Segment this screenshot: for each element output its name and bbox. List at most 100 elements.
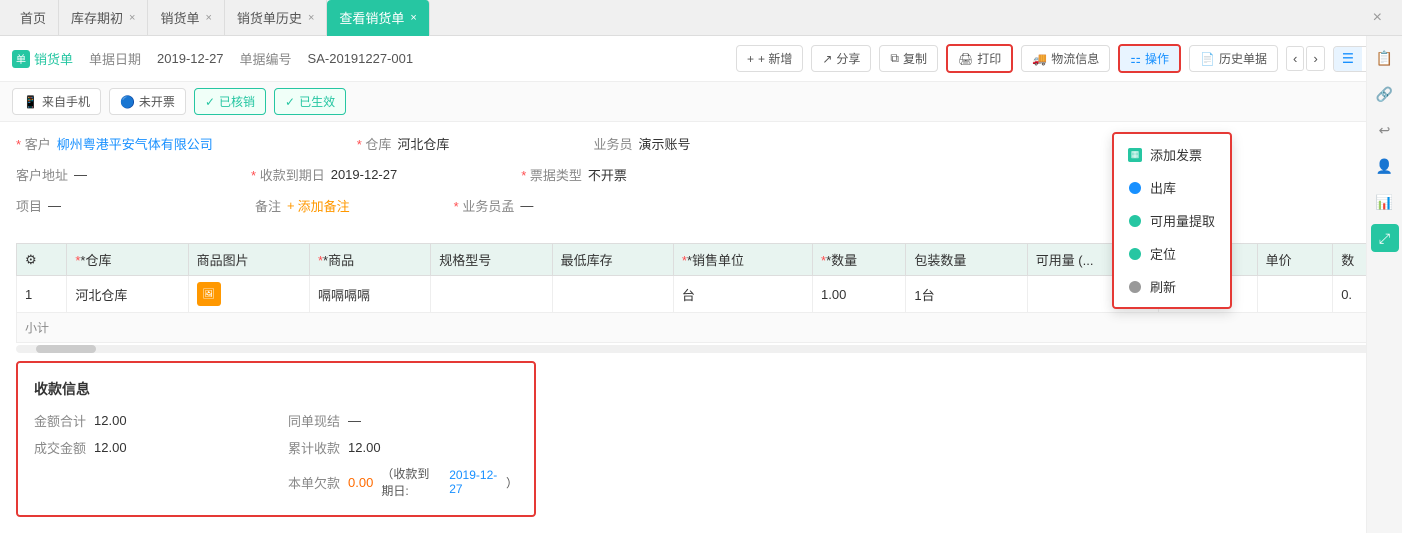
product-image: 🖼 <box>197 282 221 306</box>
add-note-icon: + <box>287 198 295 213</box>
refresh-icon <box>1128 280 1142 294</box>
dropdown-refresh[interactable]: 刷新 <box>1114 270 1230 303</box>
warehouse-value: 河北仓库 <box>397 134 449 153</box>
history-button[interactable]: 📄 历史单据 <box>1189 45 1278 72</box>
not-open-button[interactable]: 🔵 未开票 <box>109 88 186 115</box>
th-price: 单价 <box>1257 244 1333 276</box>
payment-title: 收款信息 <box>34 379 518 399</box>
note-field: 备注 + 添加备注 <box>255 196 350 215</box>
tab-sales-history-close[interactable]: × <box>308 12 314 24</box>
customer-field: * 客户 柳州粤港平安气体有限公司 <box>16 134 213 153</box>
owe-label: 本单欠款 <box>288 473 340 492</box>
from-phone-button[interactable]: 📱 来自手机 <box>12 88 101 115</box>
dropdown-add-invoice[interactable]: ▦ 添加发票 <box>1114 138 1230 171</box>
payment-date-field: * 收款到期日 2019-12-27 <box>251 165 397 184</box>
tab-sales-history[interactable]: 销货单历史 × <box>225 0 327 36</box>
tab-sales-label: 销货单 <box>160 8 199 27</box>
operations-button[interactable]: ⚏ 操作 <box>1118 44 1181 73</box>
tab-inventory[interactable]: 库存期初 × <box>59 0 148 36</box>
tab-view-sales[interactable]: 查看销货单 × <box>327 0 429 36</box>
address-value: — <box>74 167 87 182</box>
cell-price <box>1257 276 1333 313</box>
locate-label: 定位 <box>1150 244 1176 263</box>
add-note-label: 添加备注 <box>298 196 350 215</box>
warehouse-label: * 仓库 <box>357 134 392 153</box>
prev-button[interactable]: ‹ <box>1286 46 1304 71</box>
customer-value[interactable]: 柳州粤港平安气体有限公司 <box>57 134 213 153</box>
employee-field: 业务员 演示账号 <box>593 134 690 153</box>
invoice-label: * 票据类型 <box>521 165 582 184</box>
tab-sales-close[interactable]: × <box>205 12 211 24</box>
tab-sales-history-label: 销货单历史 <box>237 8 302 27</box>
th-min-stock: 最低库存 <box>552 244 673 276</box>
list-view-button[interactable]: ☰ <box>1334 47 1362 71</box>
next-button[interactable]: › <box>1306 46 1324 71</box>
new-button[interactable]: + + 新增 <box>736 45 803 72</box>
cell-product: 嗝嗝嗝嗝 <box>309 276 430 313</box>
payment-total-label: 金额合计 <box>34 411 86 430</box>
out-warehouse-icon <box>1128 181 1142 195</box>
sidebar-icon-expand[interactable]: ⤢ <box>1371 224 1399 252</box>
tab-home[interactable]: 首页 <box>8 0 59 36</box>
logistics-button[interactable]: 🚚 物流信息 <box>1021 45 1110 72</box>
available-qty-icon <box>1128 214 1142 228</box>
print-button[interactable]: 🖨 打印 <box>946 44 1013 73</box>
doc-type: 单 销货单 <box>12 49 73 68</box>
tab-inventory-close[interactable]: × <box>129 12 135 24</box>
copy-button[interactable]: ⧉ 复制 <box>879 45 938 72</box>
payment-total: 金额合计 12.00 <box>34 411 264 430</box>
sidebar-icon-copy[interactable]: 📋 <box>1371 44 1399 72</box>
tab-view-sales-close[interactable]: × <box>410 12 416 24</box>
add-note-button[interactable]: + 添加备注 <box>287 196 350 215</box>
operations-icon: ⚏ <box>1130 52 1141 66</box>
sidebar-icon-link[interactable]: 🔗 <box>1371 80 1399 108</box>
customer-label: * 客户 <box>16 134 51 153</box>
salesperson-field: * 业务员孟 — <box>454 196 534 215</box>
cell-pack-qty: 1台 <box>906 276 1027 313</box>
from-phone-label: 来自手机 <box>42 93 90 110</box>
th-settings[interactable]: ⚙ <box>17 244 67 276</box>
window-close-button[interactable]: × <box>1361 9 1394 27</box>
invoice-value: 不开票 <box>588 165 627 184</box>
sidebar-icon-user[interactable]: 👤 <box>1371 152 1399 180</box>
horizontal-scrollbar[interactable] <box>16 345 1386 353</box>
employee-value: 演示账号 <box>638 134 690 153</box>
doc-meta: 单据日期 2019-12-27 单据编号 SA-20191227-001 <box>89 49 413 68</box>
payment-date-label: * 收款到期日 <box>251 165 325 184</box>
effective-button[interactable]: ✓ 已生效 <box>274 88 346 115</box>
copy-doc-icon: 📋 <box>1376 50 1393 67</box>
owe-due-date: 2019-12-27 <box>449 468 498 496</box>
sidebar-icon-chart[interactable]: 📊 <box>1371 188 1399 216</box>
locate-icon <box>1128 247 1142 261</box>
share-label: 分享 <box>836 50 860 67</box>
link-icon: 🔗 <box>1376 86 1393 103</box>
second-toolbar: 📱 来自手机 🔵 未开票 ✓ 已核销 ✓ 已生效 <box>0 82 1402 122</box>
confirmed-button[interactable]: ✓ 已核销 <box>194 88 266 115</box>
cell-min-stock <box>552 276 673 313</box>
refresh-label: 刷新 <box>1150 277 1176 296</box>
check-icon: ✓ <box>205 95 215 109</box>
cell-warehouse: 河北仓库 <box>67 276 188 313</box>
tab-sales[interactable]: 销货单 × <box>148 0 224 36</box>
th-warehouse: **仓库 <box>67 244 188 276</box>
sidebar-icon-return[interactable]: ↩ <box>1371 116 1399 144</box>
owe-value: 0.00 <box>348 475 373 490</box>
doc-header: 单 销货单 单据日期 2019-12-27 单据编号 SA-20191227-0… <box>0 36 1402 82</box>
share-button[interactable]: ↗ 分享 <box>811 45 871 72</box>
scrollbar-thumb[interactable] <box>36 345 96 353</box>
dropdown-locate[interactable]: 定位 <box>1114 237 1230 270</box>
payment-info-section: 收款信息 金额合计 12.00 同单现结 — 成交金额 12.00 累计收款 1… <box>16 361 536 517</box>
cell-image: 🖼 <box>188 276 309 313</box>
cell-spec <box>431 276 552 313</box>
user-icon: 👤 <box>1376 158 1393 175</box>
th-quantity: **数量 <box>813 244 906 276</box>
tab-home-label: 首页 <box>20 8 46 27</box>
history-label: 历史单据 <box>1219 50 1267 67</box>
dropdown-available-qty[interactable]: 可用量提取 <box>1114 204 1230 237</box>
expand-icon: ⤢ <box>1379 230 1390 247</box>
owe-prefix: （收款到期日: <box>381 465 441 499</box>
same-order-label: 同单现结 <box>288 411 340 430</box>
dropdown-out-warehouse[interactable]: 出库 <box>1114 171 1230 204</box>
logistics-label: 物流信息 <box>1051 50 1099 67</box>
copy-label: 复制 <box>903 50 927 67</box>
